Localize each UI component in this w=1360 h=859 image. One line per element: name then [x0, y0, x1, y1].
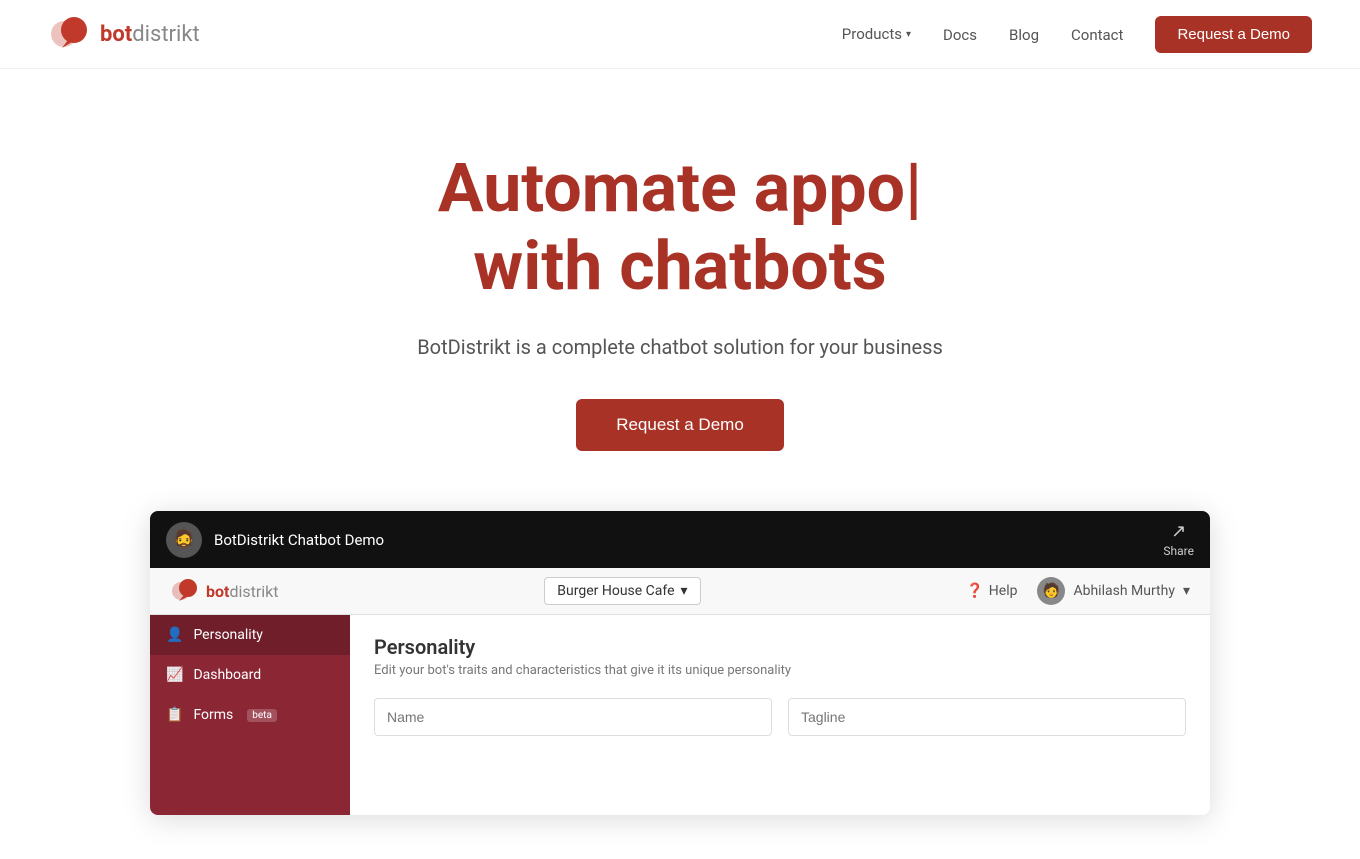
- video-share-button[interactable]: ↗ Share: [1163, 521, 1194, 558]
- nav-request-demo-button[interactable]: Request a Demo: [1155, 16, 1312, 53]
- nav-links: Products ▾ Docs Blog Contact Request a D…: [842, 16, 1312, 53]
- logo[interactable]: botdistrikt: [48, 12, 200, 56]
- app-logo-text: botdistrikt: [206, 582, 279, 601]
- user-menu-button[interactable]: 🧑 Abhilash Murthy ▾: [1037, 577, 1190, 605]
- app-screenshot: botdistrikt Burger House Cafe ▾ ❓ Help 🧑…: [150, 568, 1210, 815]
- name-input[interactable]: [374, 698, 772, 736]
- sidebar-item-dashboard[interactable]: 📈 Dashboard: [150, 655, 350, 695]
- dashboard-icon: 📈: [166, 667, 183, 683]
- nav-item-docs[interactable]: Docs: [943, 25, 977, 44]
- selector-chevron-icon: ▾: [681, 583, 688, 599]
- nav-item-products[interactable]: Products ▾: [842, 25, 911, 43]
- app-main-content: Personality Edit your bot's traits and c…: [350, 615, 1210, 815]
- nav-item-blog[interactable]: Blog: [1009, 25, 1039, 44]
- forms-icon: 📋: [166, 707, 183, 723]
- nav-cta: Request a Demo: [1155, 16, 1312, 53]
- app-header: botdistrikt Burger House Cafe ▾ ❓ Help 🧑…: [150, 568, 1210, 615]
- hero-subtitle: BotDistrikt is a complete chatbot soluti…: [20, 335, 1340, 359]
- bot-selector[interactable]: Burger House Cafe ▾: [544, 577, 700, 605]
- navbar: botdistrikt Products ▾ Docs Blog Contact…: [0, 0, 1360, 69]
- demo-container: 🧔 BotDistrikt Chatbot Demo ↗ Share: [150, 511, 1210, 815]
- hero-section: Automate appo| with chatbots BotDistrikt…: [0, 69, 1360, 511]
- personality-icon: 👤: [166, 627, 183, 643]
- hero-request-demo-button[interactable]: Request a Demo: [576, 399, 784, 451]
- app-logo-icon: [170, 576, 200, 606]
- avatar: 🧑: [1037, 577, 1065, 605]
- logo-icon: [48, 12, 92, 56]
- sidebar-item-forms[interactable]: 📋 Forms beta: [150, 695, 350, 735]
- video-topbar: 🧔 BotDistrikt Chatbot Demo ↗ Share: [150, 511, 1210, 568]
- share-icon: ↗: [1171, 521, 1186, 542]
- products-link[interactable]: Products ▾: [842, 25, 911, 43]
- nav-item-contact[interactable]: Contact: [1071, 25, 1123, 44]
- beta-badge: beta: [247, 709, 277, 722]
- user-chevron-icon: ▾: [1183, 583, 1190, 599]
- page-title: Personality: [374, 635, 1186, 659]
- video-title: BotDistrikt Chatbot Demo: [214, 531, 384, 549]
- chevron-down-icon: ▾: [906, 29, 911, 40]
- help-icon: ❓: [966, 583, 983, 599]
- hero-title: Automate appo| with chatbots: [20, 149, 1340, 305]
- personality-form-row: [374, 698, 1186, 736]
- demo-area: 🧔 BotDistrikt Chatbot Demo ↗ Share: [130, 511, 1230, 855]
- app-sidebar: 👤 Personality 📈 Dashboard 📋 Forms beta: [150, 615, 350, 815]
- video-avatar: 🧔: [166, 522, 202, 558]
- help-button[interactable]: ❓ Help: [966, 583, 1017, 599]
- logo-text: botdistrikt: [100, 22, 200, 47]
- video-left: 🧔 BotDistrikt Chatbot Demo: [166, 522, 384, 558]
- app-logo: botdistrikt: [170, 576, 279, 606]
- app-header-right: ❓ Help 🧑 Abhilash Murthy ▾: [966, 577, 1190, 605]
- sidebar-item-personality[interactable]: 👤 Personality: [150, 615, 350, 655]
- app-body: 👤 Personality 📈 Dashboard 📋 Forms beta: [150, 615, 1210, 815]
- page-subtitle: Edit your bot's traits and characteristi…: [374, 663, 1186, 678]
- tagline-input[interactable]: [788, 698, 1186, 736]
